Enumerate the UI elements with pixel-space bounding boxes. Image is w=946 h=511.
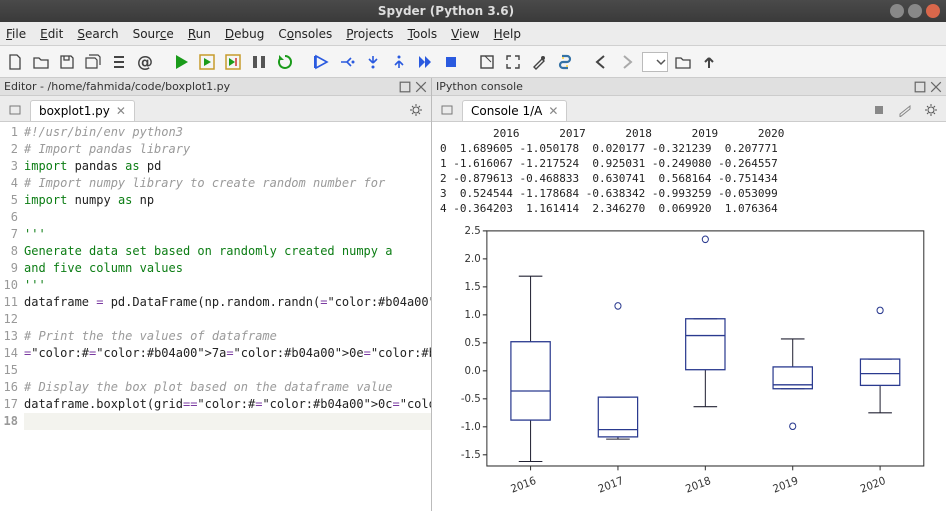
- open-file-icon[interactable]: [30, 51, 52, 73]
- svg-text:0.5: 0.5: [465, 337, 481, 349]
- save-icon[interactable]: [56, 51, 78, 73]
- svg-text:0.0: 0.0: [465, 365, 482, 377]
- new-file-icon[interactable]: [4, 51, 26, 73]
- code-editor[interactable]: 123456789101112131415161718 #!/usr/bin/e…: [0, 122, 431, 511]
- list-icon[interactable]: [108, 51, 130, 73]
- forward-icon[interactable]: [616, 51, 638, 73]
- clear-console-icon[interactable]: [898, 103, 912, 117]
- svg-text:2018: 2018: [684, 475, 712, 496]
- editor-options-icon[interactable]: [409, 103, 423, 117]
- console-tabstrip: Console 1/A ✕: [432, 96, 946, 122]
- svg-text:2017: 2017: [597, 475, 625, 496]
- editor-tabstrip: boxplot1.py ✕: [0, 96, 431, 122]
- svg-text:2.0: 2.0: [465, 253, 482, 265]
- run-cell-icon[interactable]: [196, 51, 218, 73]
- window-close-button[interactable]: [926, 4, 940, 18]
- window-title: Spyder (Python 3.6): [6, 4, 886, 18]
- debug-stepin-icon[interactable]: [362, 51, 384, 73]
- toolbar: @: [0, 46, 946, 78]
- stop-console-icon[interactable]: [872, 103, 886, 117]
- editor-tab-label: boxplot1.py: [39, 104, 110, 118]
- svg-text:-0.5: -0.5: [461, 393, 481, 405]
- svg-text:1.5: 1.5: [465, 281, 481, 293]
- browse-tabs-icon[interactable]: [8, 103, 22, 117]
- debug-start-icon[interactable]: [310, 51, 332, 73]
- menu-view[interactable]: View: [451, 27, 479, 41]
- window-titlebar: Spyder (Python 3.6): [0, 0, 946, 22]
- run-selection-icon[interactable]: [248, 51, 270, 73]
- svg-text:1.0: 1.0: [465, 309, 482, 321]
- back-icon[interactable]: [590, 51, 612, 73]
- restore-pane-icon[interactable]: [399, 81, 411, 93]
- preferences-icon[interactable]: [528, 51, 550, 73]
- debug-stop-icon[interactable]: [440, 51, 462, 73]
- console-options-icon[interactable]: [924, 103, 938, 117]
- restore-console-icon[interactable]: [914, 81, 926, 93]
- svg-text:-1.0: -1.0: [461, 421, 481, 433]
- browse-cwd-icon[interactable]: [672, 51, 694, 73]
- menu-search[interactable]: Search: [77, 27, 118, 41]
- rerun-icon[interactable]: [274, 51, 296, 73]
- editor-pane-title: Editor - /home/fahmida/code/boxplot1.py: [4, 80, 230, 93]
- console-pane-header: IPython console: [432, 78, 946, 96]
- console-tab-label: Console 1/A: [471, 104, 542, 118]
- debug-step-icon[interactable]: [336, 51, 358, 73]
- svg-text:-1.5: -1.5: [461, 449, 481, 461]
- console-pane-title: IPython console: [436, 80, 523, 93]
- run-icon[interactable]: [170, 51, 192, 73]
- fullscreen-icon[interactable]: [502, 51, 524, 73]
- window-maximize-button[interactable]: [908, 4, 922, 18]
- debug-stepout-icon[interactable]: [388, 51, 410, 73]
- browse-console-tabs-icon[interactable]: [440, 103, 454, 117]
- run-cell-advance-icon[interactable]: [222, 51, 244, 73]
- svg-text:2020: 2020: [859, 475, 888, 496]
- dataframe-output: 2016 2017 2018 2019 2020 0 1.689605 -1.0…: [432, 122, 946, 220]
- menu-bar: File Edit Search Source Run Debug Consol…: [0, 22, 946, 46]
- python-path-icon[interactable]: [554, 51, 576, 73]
- menu-file[interactable]: File: [6, 27, 26, 41]
- save-all-icon[interactable]: [82, 51, 104, 73]
- ipython-console[interactable]: 2016 2017 2018 2019 2020 0 1.689605 -1.0…: [432, 122, 946, 511]
- close-console-icon[interactable]: [930, 81, 942, 93]
- at-icon[interactable]: @: [134, 51, 156, 73]
- menu-source[interactable]: Source: [133, 27, 174, 41]
- menu-projects[interactable]: Projects: [346, 27, 393, 41]
- menu-edit[interactable]: Edit: [40, 27, 63, 41]
- menu-run[interactable]: Run: [188, 27, 211, 41]
- debug-continue-icon[interactable]: [414, 51, 436, 73]
- close-tab-icon[interactable]: ✕: [116, 104, 126, 118]
- menu-help[interactable]: Help: [494, 27, 521, 41]
- close-pane-icon[interactable]: [415, 81, 427, 93]
- menu-consoles[interactable]: Consoles: [278, 27, 332, 41]
- window-minimize-button[interactable]: [890, 4, 904, 18]
- editor-tab[interactable]: boxplot1.py ✕: [30, 100, 135, 121]
- svg-text:2.5: 2.5: [465, 225, 481, 237]
- maximize-pane-icon[interactable]: [476, 51, 498, 73]
- menu-debug[interactable]: Debug: [225, 27, 264, 41]
- cwd-combo[interactable]: [642, 52, 668, 72]
- menu-tools[interactable]: Tools: [408, 27, 438, 41]
- boxplot-figure: -1.5 -1.0 -0.5 0.0 0.5 1.0 1.5 2.0 2.5 2016 2017 20…: [432, 220, 946, 511]
- editor-pane-header: Editor - /home/fahmida/code/boxplot1.py: [0, 78, 431, 96]
- svg-text:2019: 2019: [771, 475, 799, 496]
- console-tab[interactable]: Console 1/A ✕: [462, 100, 567, 121]
- svg-text:2016: 2016: [509, 475, 538, 496]
- parent-dir-icon[interactable]: [698, 51, 720, 73]
- close-console-tab-icon[interactable]: ✕: [548, 104, 558, 118]
